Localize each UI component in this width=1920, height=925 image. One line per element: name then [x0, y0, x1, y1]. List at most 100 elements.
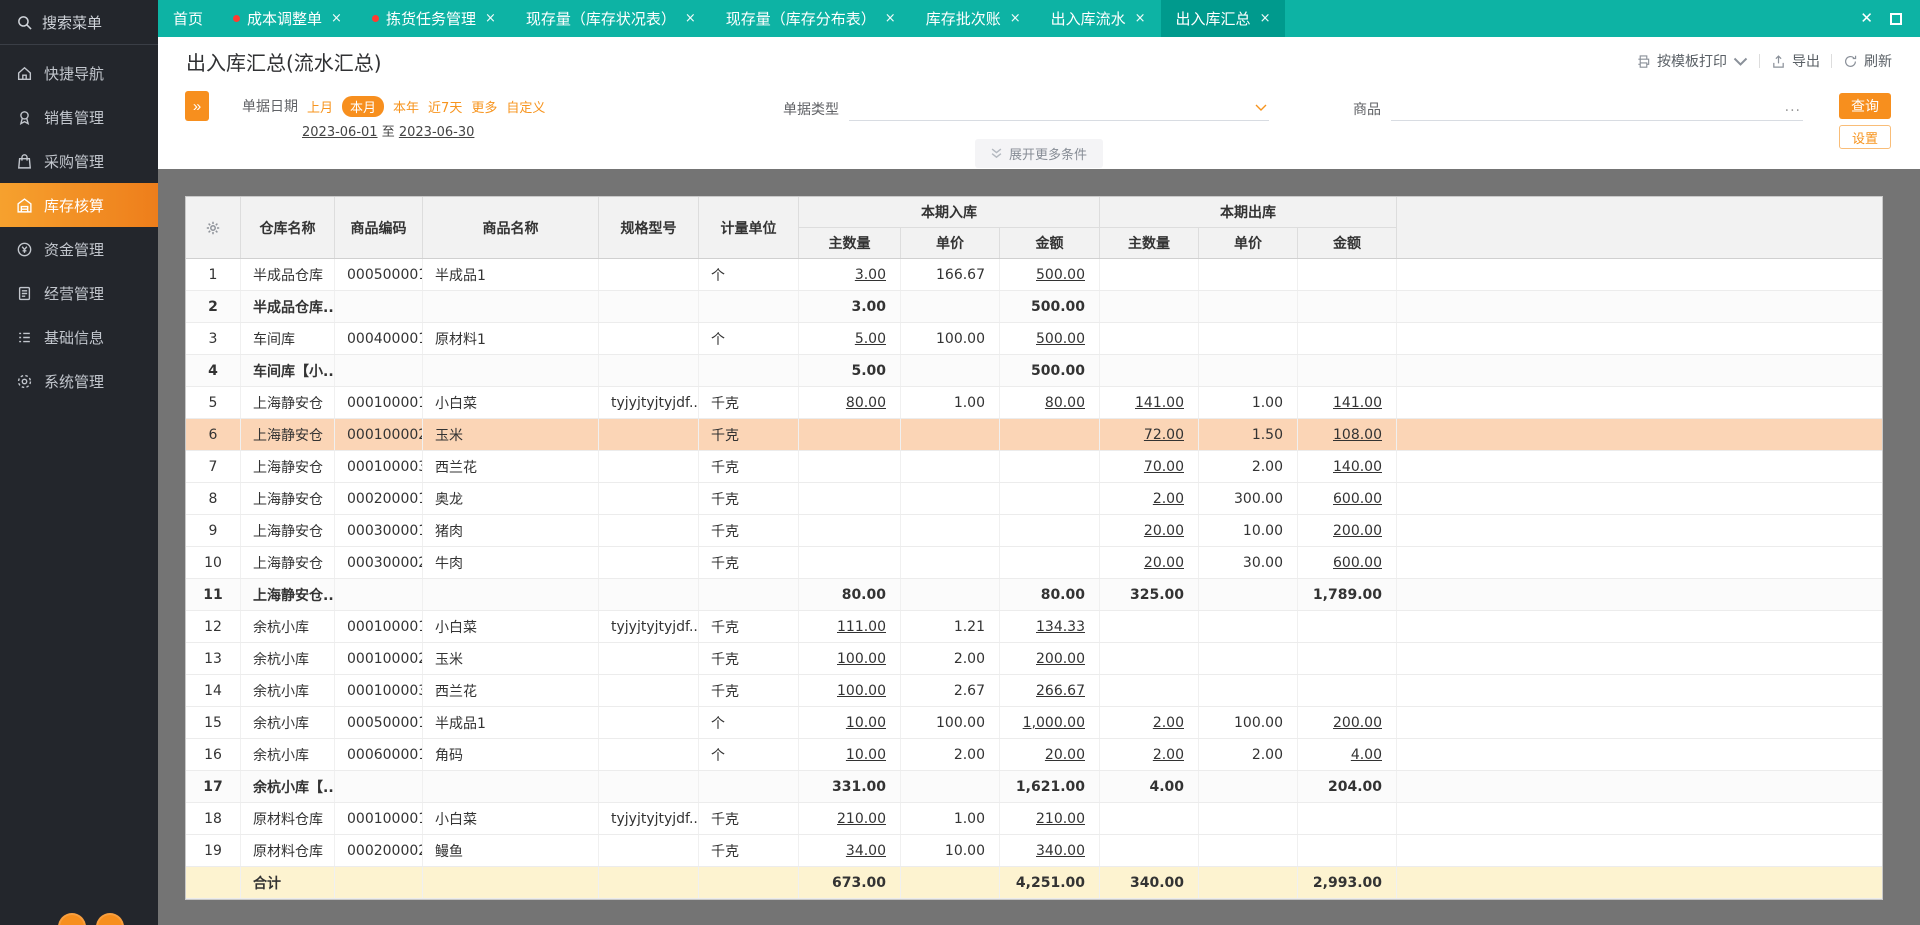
drill-down-link[interactable]: 2.00 [1153, 491, 1184, 507]
drill-down-link[interactable]: 20.00 [1144, 523, 1184, 539]
drill-down-link[interactable]: 600.00 [1333, 491, 1382, 507]
drill-down-link[interactable]: 34.00 [846, 843, 886, 859]
drill-down-link[interactable]: 1,000.00 [1023, 715, 1085, 731]
drill-down-link[interactable]: 108.00 [1333, 427, 1382, 443]
floating-action-icon[interactable] [58, 913, 86, 925]
date-to-link[interactable]: 2023-06-30 [399, 125, 475, 140]
sidebar-item-inventory[interactable]: 库存核算 [0, 183, 158, 227]
tab-close-icon[interactable]: × [1260, 11, 1271, 26]
drill-down-link[interactable]: 20.00 [1144, 555, 1184, 571]
drill-down-link[interactable]: 20.00 [1045, 747, 1085, 763]
drill-down-link[interactable]: 10.00 [846, 747, 886, 763]
goods-input[interactable]: ... [1391, 97, 1803, 121]
date-option-5[interactable]: 自定义 [506, 97, 545, 116]
drill-down-link[interactable]: 200.00 [1333, 715, 1382, 731]
date-option-1[interactable]: 本月 [342, 95, 385, 117]
table-row[interactable]: 17 余杭小库【... 331.00 1,621.00 4.00 204.00 [186, 771, 1882, 803]
sidebar-item-purchase[interactable]: 采购管理 [0, 139, 158, 183]
tab-close-icon[interactable]: × [685, 11, 696, 26]
table-row[interactable]: 12 余杭小库 000100001 小白菜 tyjyjtyjtyjdf... 千克 111.… [186, 611, 1882, 643]
drill-down-link[interactable]: 100.00 [837, 651, 886, 667]
drill-down-link[interactable]: 2.00 [1153, 747, 1184, 763]
close-icon[interactable]: ✕ [1860, 11, 1873, 26]
export-button[interactable]: 导出 [1771, 51, 1820, 71]
date-option-0[interactable]: 上月 [307, 97, 333, 116]
maximize-icon[interactable] [1890, 12, 1902, 25]
tab-0[interactable]: 首页 [158, 0, 218, 37]
date-from-link[interactable]: 2023-06-01 [302, 125, 378, 140]
date-option-2[interactable]: 本年 [393, 97, 419, 116]
drill-down-link[interactable]: 3.00 [855, 267, 886, 283]
sidebar-item-funds[interactable]: 资金管理 [0, 227, 158, 271]
sidebar-item-business[interactable]: 经营管理 [0, 271, 158, 315]
chevron-down-icon[interactable] [1255, 104, 1267, 111]
tab-close-icon[interactable]: × [485, 11, 496, 26]
drill-down-link[interactable]: 10.00 [846, 715, 886, 731]
print-by-template-button[interactable]: 按模板打印 [1636, 51, 1748, 71]
drill-down-link[interactable]: 5.00 [855, 331, 886, 347]
drill-down-link[interactable]: 2.00 [1153, 715, 1184, 731]
table-row[interactable]: 5 上海静安仓 000100001 小白菜 tyjyjtyjtyjdf... 千克 80.0… [186, 387, 1882, 419]
table-row[interactable]: 1 半成品仓库 000500001 半成品1 个 3.00 166.67 500.00 [186, 259, 1882, 291]
drill-down-link[interactable]: 100.00 [837, 683, 886, 699]
tab-7[interactable]: 出入库汇总 × [1160, 0, 1286, 37]
query-button[interactable]: 查询 [1839, 93, 1891, 119]
table-row[interactable]: 7 上海静安仓 000100003 西兰花 千克 70.00 2.00 140.00 [186, 451, 1882, 483]
drill-down-link[interactable]: 210.00 [1036, 811, 1085, 827]
sidebar-search[interactable]: 搜索菜单 [0, 0, 158, 45]
table-row[interactable]: 3 车间库 000400001 原材料1 个 5.00 100.00 500.00 [186, 323, 1882, 355]
drill-down-link[interactable]: 80.00 [846, 395, 886, 411]
drill-down-link[interactable]: 111.00 [837, 619, 886, 635]
drill-down-link[interactable]: 340.00 [1036, 843, 1085, 859]
tab-close-icon[interactable]: × [1010, 11, 1021, 26]
table-row[interactable]: 11 上海静安仓... 80.00 80.00 325.00 1,789.00 [186, 579, 1882, 611]
table-row[interactable]: 6 上海静安仓 000100002 玉米 千克 72.00 1.50 108.00 [186, 419, 1882, 451]
drill-down-link[interactable]: 266.67 [1036, 683, 1085, 699]
table-row[interactable]: 15 余杭小库 000500001 半成品1 个 10.00 100.00 1,000.00 2… [186, 707, 1882, 739]
drill-down-link[interactable]: 134.33 [1036, 619, 1085, 635]
drill-down-link[interactable]: 200.00 [1036, 651, 1085, 667]
expand-more-conditions-button[interactable]: 展开更多条件 [974, 139, 1104, 168]
table-row[interactable]: 8 上海静安仓 000200001 奥龙 千克 2.00 300.00 600.00 [186, 483, 1882, 515]
floating-action-icon[interactable] [96, 913, 124, 925]
tab-3[interactable]: 现存量（库存状况表） × [511, 0, 711, 37]
tab-close-icon[interactable]: × [1135, 11, 1146, 26]
table-row[interactable]: 16 余杭小库 000600001 角码 个 10.00 2.00 20.00 2.00 2.00… [186, 739, 1882, 771]
sidebar-item-sales[interactable]: 销售管理 [0, 95, 158, 139]
drill-down-link[interactable]: 140.00 [1333, 459, 1382, 475]
table-row[interactable]: 13 余杭小库 000100002 玉米 千克 100.00 2.00 200.00 [186, 643, 1882, 675]
drill-down-link[interactable]: 80.00 [1045, 395, 1085, 411]
drill-down-link[interactable]: 141.00 [1333, 395, 1382, 411]
table-row[interactable]: 10 上海静安仓 000300002 牛肉 千克 20.00 30.00 600.00 [186, 547, 1882, 579]
column-settings-button[interactable] [186, 197, 241, 258]
table-row[interactable]: 14 余杭小库 000100003 西兰花 千克 100.00 2.67 266.67 [186, 675, 1882, 707]
date-option-3[interactable]: 近7天 [428, 97, 462, 116]
tab-2[interactable]: 拣货任务管理 × [357, 0, 511, 37]
tab-close-icon[interactable]: × [885, 11, 896, 26]
table-row[interactable]: 4 车间库【小... 5.00 500.00 [186, 355, 1882, 387]
drill-down-link[interactable]: 500.00 [1036, 267, 1085, 283]
tab-4[interactable]: 现存量（库存分布表） × [711, 0, 911, 37]
drill-down-link[interactable]: 70.00 [1144, 459, 1184, 475]
tab-6[interactable]: 出入库流水 × [1036, 0, 1161, 37]
sidebar-item-system[interactable]: 系统管理 [0, 359, 158, 403]
tab-1[interactable]: 成本调整单 × [218, 0, 357, 37]
tab-5[interactable]: 库存批次账 × [911, 0, 1036, 37]
table-total-row[interactable]: 合计 673.00 4,251.00 340.00 2,993.00 [186, 867, 1882, 899]
drill-down-link[interactable]: 600.00 [1333, 555, 1382, 571]
more-options-icon[interactable]: ... [1785, 99, 1801, 115]
tab-close-icon[interactable]: × [331, 11, 342, 26]
date-option-4[interactable]: 更多 [471, 97, 497, 116]
drill-down-link[interactable]: 500.00 [1036, 331, 1085, 347]
sidebar-item-quick-nav[interactable]: 快捷导航 [0, 51, 158, 95]
table-row[interactable]: 18 原材料仓库 000100001 小白菜 tyjyjtyjtyjdf... 千克 210… [186, 803, 1882, 835]
doc-type-select[interactable] [849, 97, 1269, 121]
table-row[interactable]: 9 上海静安仓 000300001 猪肉 千克 20.00 10.00 200.00 [186, 515, 1882, 547]
settings-button[interactable]: 设置 [1839, 125, 1891, 149]
refresh-button[interactable]: 刷新 [1843, 51, 1892, 71]
drill-down-link[interactable]: 210.00 [837, 811, 886, 827]
drill-down-link[interactable]: 4.00 [1351, 747, 1382, 763]
table-row[interactable]: 19 原材料仓库 000200002 鳗鱼 千克 34.00 10.00 340.00 [186, 835, 1882, 867]
sidebar-item-base-info[interactable]: 基础信息 [0, 315, 158, 359]
drill-down-link[interactable]: 200.00 [1333, 523, 1382, 539]
